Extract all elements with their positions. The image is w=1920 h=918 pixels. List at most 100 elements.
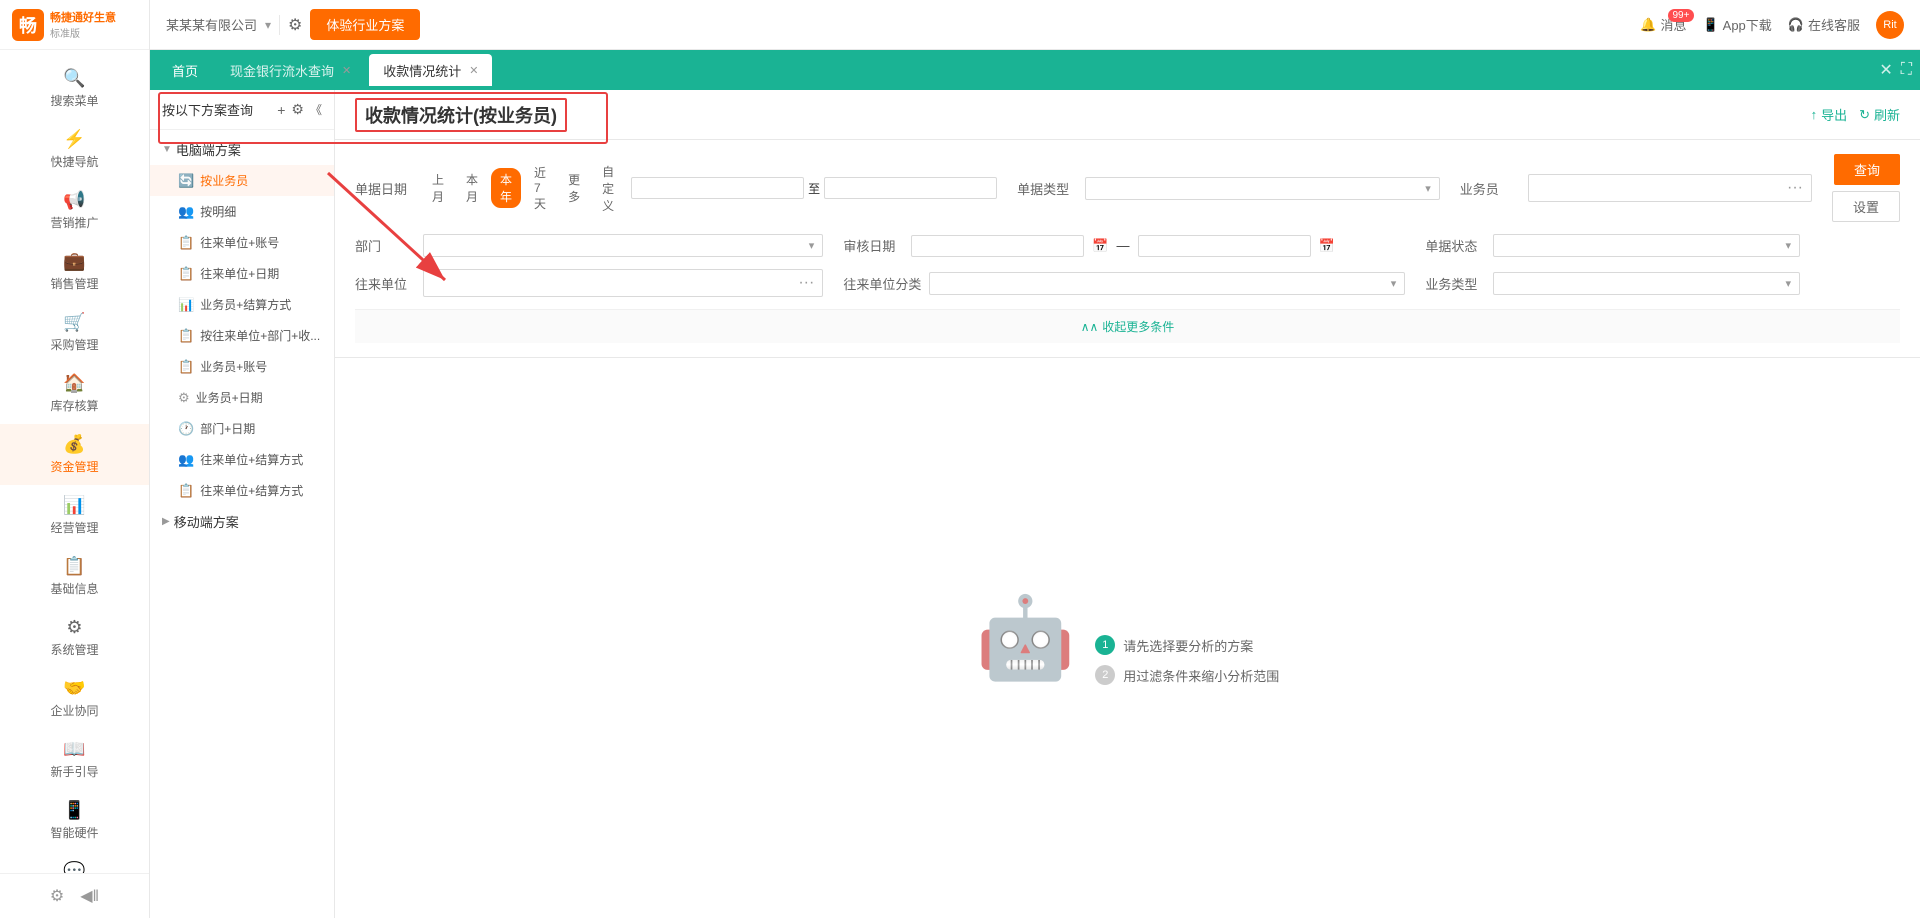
doc-status-select[interactable]: ▾ xyxy=(1493,234,1800,257)
scheme-settings-button[interactable]: ⚙ xyxy=(291,101,304,118)
scheme-item-dept-date[interactable]: 🕐 部门+日期 xyxy=(150,413,334,444)
client-field: 往来单位 ··· xyxy=(355,269,823,297)
sidebar-item-inventory[interactable]: 🏠 库存核算 xyxy=(0,363,149,424)
doc-type-label: 单据类型 xyxy=(1017,179,1077,198)
date-from-input[interactable]: 2023-01-01 xyxy=(631,177,804,199)
collapse-sidebar-icon[interactable]: ◀‖ xyxy=(80,886,99,906)
dept-arrow: ▾ xyxy=(809,239,815,252)
scheme-item-salesman-account[interactable]: 📋 业务员+账号 xyxy=(150,351,334,382)
client-category-select[interactable]: ▾ xyxy=(929,272,1405,295)
dept-select[interactable]: ▾ xyxy=(423,234,823,257)
sidebar-item-search[interactable]: 🔍 搜索菜单 xyxy=(0,58,149,119)
company-dropdown-icon[interactable]: ▾ xyxy=(265,18,271,32)
wechat-icon: 💬 xyxy=(63,861,85,873)
doc-type-select[interactable]: ▾ xyxy=(1085,177,1440,200)
empty-tip-1: 1 请先选择要分析的方案 xyxy=(1095,635,1279,655)
date-tab-this-month[interactable]: 本月 xyxy=(457,168,487,208)
date-tab-more[interactable]: 更多 xyxy=(559,168,589,208)
mobile-group-label: 移动端方案 xyxy=(174,512,239,531)
close-collection-stats-tab[interactable]: ✕ xyxy=(469,64,478,77)
marketing-icon: 📢 xyxy=(63,190,85,211)
settings-footer-icon[interactable]: ⚙ xyxy=(50,886,64,906)
sidebar-item-purchase[interactable]: 🛒 采购管理 xyxy=(0,302,149,363)
calendar-to-icon[interactable]: 📅 xyxy=(1319,238,1335,254)
desktop-scheme-group: ▼ 电脑端方案 🔄 按业务员 👥 按明细 📋 xyxy=(150,134,334,506)
system-icon: ⚙ xyxy=(66,617,82,638)
main-content: 某某某有限公司 ▾ ⚙ 体验行业方案 🔔 消息 99+ 📱 App下载 🎧 xyxy=(150,0,1920,918)
sidebar-footer: ⚙ ◀‖ xyxy=(0,873,149,918)
topbar-left: 某某某有限公司 ▾ ⚙ 体验行业方案 xyxy=(166,9,1628,40)
salesman-select[interactable]: ··· xyxy=(1528,174,1812,202)
client-more-button[interactable]: ··· xyxy=(798,274,814,292)
calendar-from-icon[interactable]: 📅 xyxy=(1092,238,1108,254)
logo-area: 畅 畅捷通好生意 标准版 xyxy=(0,0,149,50)
review-date-to-input[interactable]: yyyy-mm-dd xyxy=(1138,235,1311,257)
client-settle2-icon: 📋 xyxy=(178,483,194,499)
client-date-icon: 📋 xyxy=(178,266,194,282)
date-tab-prev-month[interactable]: 上月 xyxy=(423,168,453,208)
review-date-from-input[interactable]: yyyy-mm-dd xyxy=(911,235,1084,257)
sidebar-item-marketing[interactable]: 📢 营销推广 xyxy=(0,180,149,241)
trial-button[interactable]: 体验行业方案 xyxy=(310,9,420,40)
sidebar-item-wechat[interactable]: 💬 企业微信 xyxy=(0,851,149,873)
date-tab-custom[interactable]: 自定义 xyxy=(593,160,623,217)
topbar: 某某某有限公司 ▾ ⚙ 体验行业方案 🔔 消息 99+ 📱 App下载 🎧 xyxy=(150,0,1920,50)
date-tab-last7[interactable]: 近7天 xyxy=(525,161,555,215)
desktop-group-header[interactable]: ▼ 电脑端方案 xyxy=(150,134,334,165)
sidebar-item-sales[interactable]: 💼 销售管理 xyxy=(0,241,149,302)
tab-collection-stats[interactable]: 收款情况统计 ✕ xyxy=(369,54,492,86)
scheme-item-client-dept[interactable]: 📋 按往来单位+部门+收... xyxy=(150,320,334,351)
sidebar-item-basic[interactable]: 📋 基础信息 xyxy=(0,546,149,607)
setting-button[interactable]: 设置 xyxy=(1832,191,1900,222)
export-button[interactable]: ↑ 导出 xyxy=(1811,105,1848,124)
scheme-item-client-account[interactable]: 📋 往来单位+账号 xyxy=(150,227,334,258)
bell-icon: 🔔 xyxy=(1640,17,1656,33)
salesman-date-icon: ⚙ xyxy=(178,390,190,406)
scheme-item-salesman-date[interactable]: ⚙ 业务员+日期 xyxy=(150,382,334,413)
sidebar-item-operation[interactable]: 📊 经营管理 xyxy=(0,485,149,546)
add-scheme-button[interactable]: + xyxy=(277,102,285,118)
salesman-field: 业务员 ··· xyxy=(1460,174,1812,202)
date-to-input[interactable]: 2023-12-31 xyxy=(824,177,997,199)
tab-home[interactable]: 首页 xyxy=(158,54,212,86)
salesman-more-button[interactable]: ··· xyxy=(1787,179,1803,197)
collapse-scheme-panel-button[interactable]: 《 xyxy=(310,101,322,118)
collapse-more-conditions[interactable]: ∧∧ 收起更多条件 xyxy=(355,309,1900,343)
page-title: 收款情况统计(按业务员) xyxy=(355,98,567,132)
collapse-label: 收起更多条件 xyxy=(1102,318,1174,335)
scheme-item-by-detail[interactable]: 👥 按明细 xyxy=(150,196,334,227)
sidebar-item-hardware[interactable]: 📱 智能硬件 xyxy=(0,790,149,851)
scheme-item-by-salesman[interactable]: 🔄 按业务员 xyxy=(150,165,334,196)
query-button[interactable]: 查询 xyxy=(1834,154,1900,185)
sidebar-item-system[interactable]: ⚙ 系统管理 xyxy=(0,607,149,668)
company-name: 某某某有限公司 xyxy=(166,15,257,34)
sidebar-item-quicknav[interactable]: ⚡ 快捷导航 xyxy=(0,119,149,180)
sidebar-item-enterprise[interactable]: 🤝 企业协同 xyxy=(0,668,149,729)
close-bank-flow-tab[interactable]: ✕ xyxy=(342,64,351,77)
business-type-select[interactable]: ▾ xyxy=(1493,272,1800,295)
sidebar-item-guide[interactable]: 📖 新手引导 xyxy=(0,729,149,790)
salesman-account-icon: 📋 xyxy=(178,359,194,375)
empty-state: 🤖 1 请先选择要分析的方案 2 用过滤条件来缩小分析范围 xyxy=(335,358,1920,918)
client-select[interactable]: ··· xyxy=(423,269,823,297)
sidebar-item-finance[interactable]: 💰 资金管理 xyxy=(0,424,149,485)
tab-bank-flow[interactable]: 现金银行流水查询 ✕ xyxy=(216,54,365,86)
user-avatar[interactable]: Rit xyxy=(1876,11,1904,39)
online-service-button[interactable]: 🎧 在线客服 xyxy=(1788,15,1860,34)
scheme-item-client-settle1[interactable]: 👥 往来单位+结算方式 xyxy=(150,444,334,475)
scheme-item-client-settle2[interactable]: 📋 往来单位+结算方式 xyxy=(150,475,334,506)
mobile-group-header[interactable]: ▶ 移动端方案 xyxy=(150,506,334,537)
topbar-gear-icon[interactable]: ⚙ xyxy=(288,15,302,35)
dept-label: 部门 xyxy=(355,236,415,255)
scheme-item-client-date[interactable]: 📋 往来单位+日期 xyxy=(150,258,334,289)
close-window-button[interactable]: ✕ xyxy=(1879,60,1892,80)
refresh-button[interactable]: ↻ 刷新 xyxy=(1859,105,1900,124)
left-panel: 按以下方案查询 + ⚙ 《 ▼ 电脑端方案 xyxy=(150,90,335,918)
scheme-item-salesman-settle[interactable]: 📊 业务员+结算方式 xyxy=(150,289,334,320)
basic-icon: 📋 xyxy=(63,556,85,577)
maximize-window-button[interactable]: ⛶ xyxy=(1901,61,1912,79)
operation-icon: 📊 xyxy=(63,495,85,516)
app-download-button[interactable]: 📱 App下载 xyxy=(1702,15,1771,34)
messages-button[interactable]: 🔔 消息 99+ xyxy=(1640,15,1686,34)
date-tab-this-year[interactable]: 本年 xyxy=(491,168,521,208)
